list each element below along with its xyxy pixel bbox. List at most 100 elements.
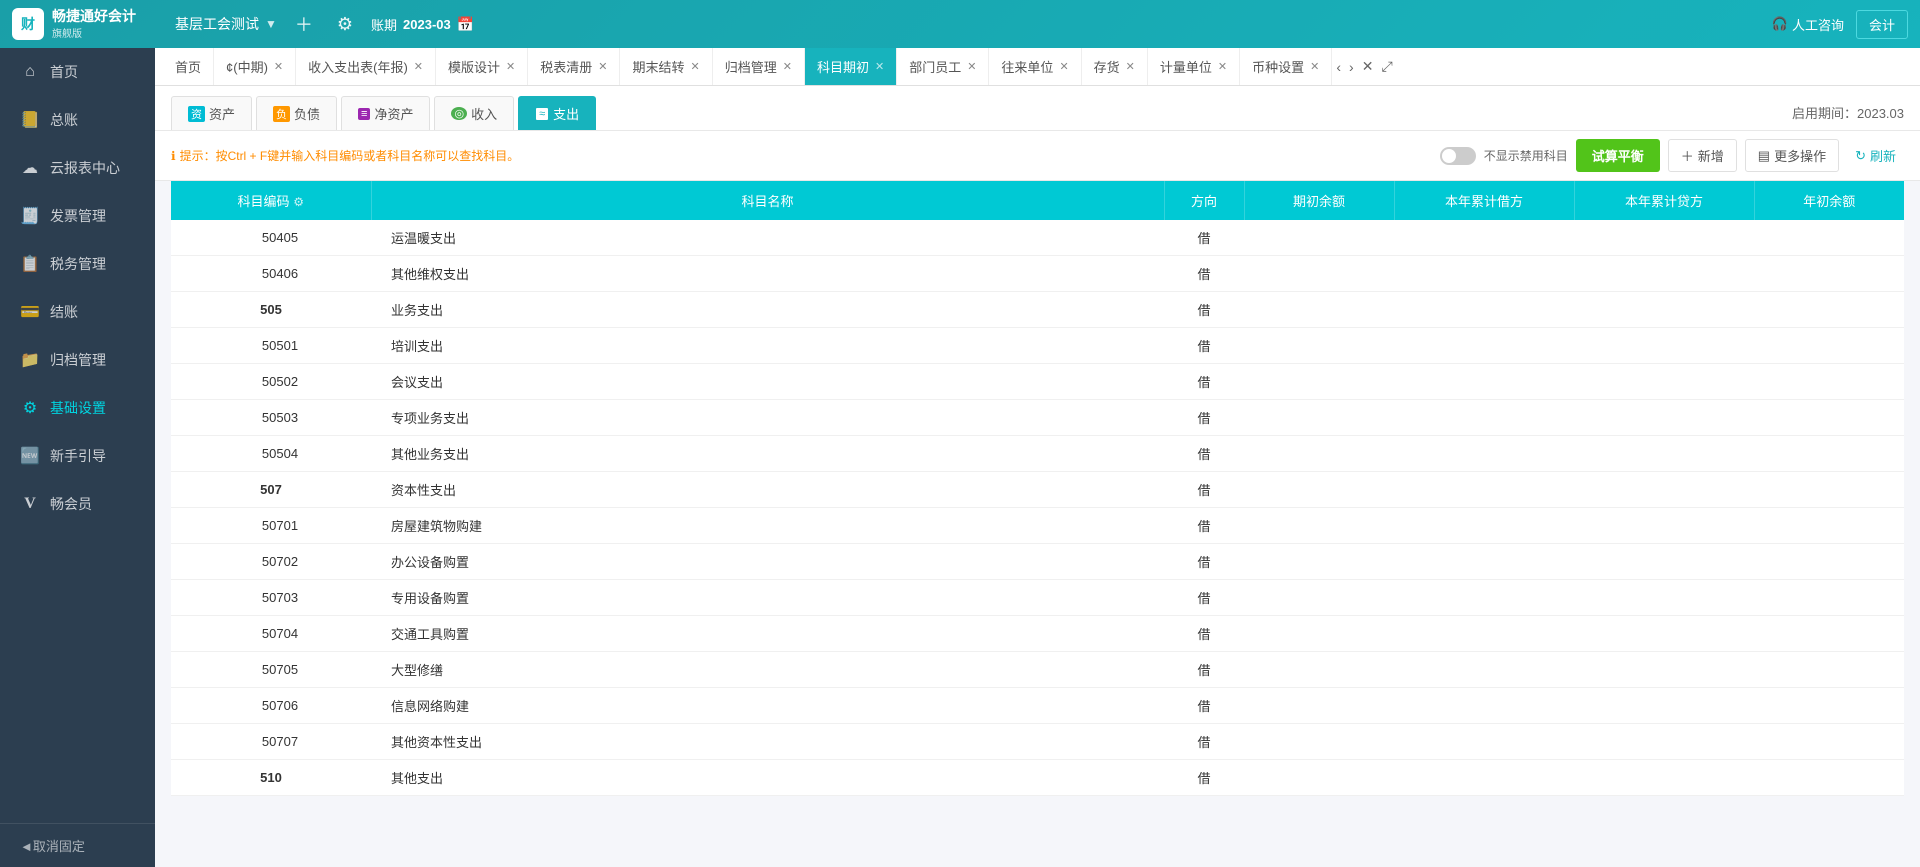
tab-close-counterpart[interactable]: ✕ xyxy=(1059,60,1068,73)
tab-close-template[interactable]: ✕ xyxy=(506,60,515,73)
refresh-icon: ↻ xyxy=(1855,148,1866,164)
cell-direction: 借 xyxy=(1164,400,1244,436)
subject-table: 科目编码 ⚙ 科目名称 方向 期初余额 本年累计借方 本年累计贷方 年初余额 xyxy=(171,181,1904,796)
cell-name: 其他维权支出 xyxy=(371,256,1164,292)
table-row[interactable]: 50503 专项业务支出 借 xyxy=(171,400,1904,436)
table-row[interactable]: 50704 交通工具购置 借 xyxy=(171,616,1904,652)
table-row[interactable]: 50504 其他业务支出 借 xyxy=(171,436,1904,472)
tab-counterpart[interactable]: 往来单位 ✕ xyxy=(989,48,1081,86)
sidebar-item-reports[interactable]: ☁ 云报表中心 xyxy=(0,144,155,192)
table-row[interactable]: 50405 运温暖支出 借 xyxy=(171,220,1904,256)
cell-code: 50706 xyxy=(171,688,371,724)
tab-nav-next[interactable]: › xyxy=(1345,59,1358,75)
settings-icon-button[interactable]: ⚙ xyxy=(331,12,359,37)
support-button[interactable]: 🎧 人工咨询 xyxy=(1772,15,1844,34)
cell-debit xyxy=(1394,400,1574,436)
sidebar-item-home[interactable]: ⌂ 首页 xyxy=(0,48,155,96)
sidebar-item-tax[interactable]: 📋 税务管理 xyxy=(0,240,155,288)
tab-currency[interactable]: 币种设置 ✕ xyxy=(1240,48,1332,86)
tab-period[interactable]: ¢(中期) ✕ xyxy=(214,48,296,86)
tab-close-archive[interactable]: ✕ xyxy=(783,60,792,73)
refresh-button[interactable]: ↻ 刷新 xyxy=(1847,140,1904,171)
sub-tab-asset[interactable]: 资 资产 xyxy=(171,96,252,130)
tab-income[interactable]: 收入支出表(年报) ✕ xyxy=(296,48,436,86)
dropdown-arrow-icon: ▼ xyxy=(265,17,277,31)
cell-year-balance xyxy=(1754,508,1904,544)
sidebar-item-checkout[interactable]: 💳 结账 xyxy=(0,288,155,336)
sidebar-item-archive[interactable]: 📁 归档管理 xyxy=(0,336,155,384)
tab-close-period[interactable]: ✕ xyxy=(274,60,283,73)
sub-tab-expense[interactable]: ≈ 支出 xyxy=(518,96,596,130)
table-row[interactable]: 50706 信息网络购建 借 xyxy=(171,688,1904,724)
cell-credit xyxy=(1574,400,1754,436)
tab-expand[interactable]: ⤢ xyxy=(1377,58,1396,75)
table-row[interactable]: 505 业务支出 借 xyxy=(171,292,1904,328)
tab-taxclear[interactable]: 税表清册 ✕ xyxy=(528,48,620,86)
calendar-icon[interactable]: 📅 xyxy=(457,16,474,33)
cell-balance xyxy=(1244,436,1394,472)
add-icon: ＋ xyxy=(1681,146,1694,165)
table-row[interactable]: 50702 办公设备购置 借 xyxy=(171,544,1904,580)
toggle-area: 不显示禁用科目 xyxy=(1440,147,1568,165)
account-button[interactable]: 会计 xyxy=(1856,10,1908,39)
table-row[interactable]: 507 资本性支出 借 xyxy=(171,472,1904,508)
tab-close-unit[interactable]: ✕ xyxy=(1218,60,1227,73)
sidebar-item-guide[interactable]: 🆕 新手引导 xyxy=(0,432,155,480)
tab-nav-prev[interactable]: ‹ xyxy=(1332,59,1345,75)
tab-inventory[interactable]: 存货 ✕ xyxy=(1082,48,1148,86)
cell-year-balance xyxy=(1754,580,1904,616)
tab-close-taxclear[interactable]: ✕ xyxy=(598,60,607,73)
sub-tab-net[interactable]: ≡ 净资产 xyxy=(341,96,430,130)
cloud-icon: ☁ xyxy=(20,158,40,178)
cell-debit xyxy=(1394,220,1574,256)
table-container: 科目编码 ⚙ 科目名称 方向 期初余额 本年累计借方 本年累计贷方 年初余额 xyxy=(155,181,1920,867)
table-row[interactable]: 50705 大型修缮 借 xyxy=(171,652,1904,688)
tab-close-income[interactable]: ✕ xyxy=(414,60,423,73)
cell-direction: 借 xyxy=(1164,220,1244,256)
sub-tab-liability[interactable]: 负 负债 xyxy=(256,96,337,130)
table-row[interactable]: 50501 培训支出 借 xyxy=(171,328,1904,364)
cell-balance xyxy=(1244,580,1394,616)
tab-archive[interactable]: 归档管理 ✕ xyxy=(713,48,805,86)
cell-name: 其他资本性支出 xyxy=(371,724,1164,760)
header-middle: 基层工会测试 ▼ ＋ ⚙ 账期 2023-03 📅 xyxy=(167,9,1772,39)
more-button[interactable]: ▤ 更多操作 xyxy=(1745,139,1839,172)
sidebar-item-settings[interactable]: ⚙ 基础设置 xyxy=(0,384,155,432)
cell-name: 业务支出 xyxy=(371,292,1164,328)
tab-close-dept[interactable]: ✕ xyxy=(967,60,976,73)
sub-tab-income[interactable]: ◎ 收入 xyxy=(434,96,514,130)
tab-close-period-end[interactable]: ✕ xyxy=(691,60,700,73)
tab-template[interactable]: 模版设计 ✕ xyxy=(436,48,528,86)
cell-balance xyxy=(1244,760,1394,796)
add-tab-button[interactable]: ＋ xyxy=(289,9,319,39)
tab-subject-init[interactable]: 科目期初 ✕ xyxy=(805,48,897,86)
tab-close-currency[interactable]: ✕ xyxy=(1310,60,1319,73)
table-row[interactable]: 50502 会议支出 借 xyxy=(171,364,1904,400)
asset-icon: 资 xyxy=(188,106,205,122)
sidebar-pin-toggle[interactable]: ◄取消固定 xyxy=(0,823,155,867)
balance-button[interactable]: 试算平衡 xyxy=(1576,139,1660,172)
cell-code: 50504 xyxy=(171,436,371,472)
table-row[interactable]: 50703 专用设备购置 借 xyxy=(171,580,1904,616)
sidebar-item-invoice[interactable]: 🧾 发票管理 xyxy=(0,192,155,240)
tab-dept[interactable]: 部门员工 ✕ xyxy=(897,48,989,86)
tab-close-subject-init[interactable]: ✕ xyxy=(875,60,884,73)
table-row[interactable]: 50707 其他资本性支出 借 xyxy=(171,724,1904,760)
tab-close-inventory[interactable]: ✕ xyxy=(1126,60,1135,73)
tab-unit[interactable]: 计量单位 ✕ xyxy=(1148,48,1240,86)
sidebar-item-ledger[interactable]: 📒 总账 xyxy=(0,96,155,144)
table-row[interactable]: 50406 其他维权支出 借 xyxy=(171,256,1904,292)
cell-debit xyxy=(1394,292,1574,328)
tab-home[interactable]: 首页 xyxy=(163,48,214,86)
disable-toggle[interactable] xyxy=(1440,147,1476,165)
cell-balance xyxy=(1244,652,1394,688)
company-name[interactable]: 基层工会测试 ▼ xyxy=(175,14,277,34)
tab-close-all[interactable]: ✕ xyxy=(1358,58,1378,75)
table-row[interactable]: 50701 房屋建筑物购建 借 xyxy=(171,508,1904,544)
sidebar-item-member[interactable]: V 畅会员 xyxy=(0,480,155,528)
tab-period-end[interactable]: 期末结转 ✕ xyxy=(620,48,712,86)
add-button[interactable]: ＋ 新增 xyxy=(1668,139,1737,172)
cell-code: 50503 xyxy=(171,400,371,436)
table-row[interactable]: 510 其他支出 借 xyxy=(171,760,1904,796)
column-settings-icon[interactable]: ⚙ xyxy=(293,195,304,209)
